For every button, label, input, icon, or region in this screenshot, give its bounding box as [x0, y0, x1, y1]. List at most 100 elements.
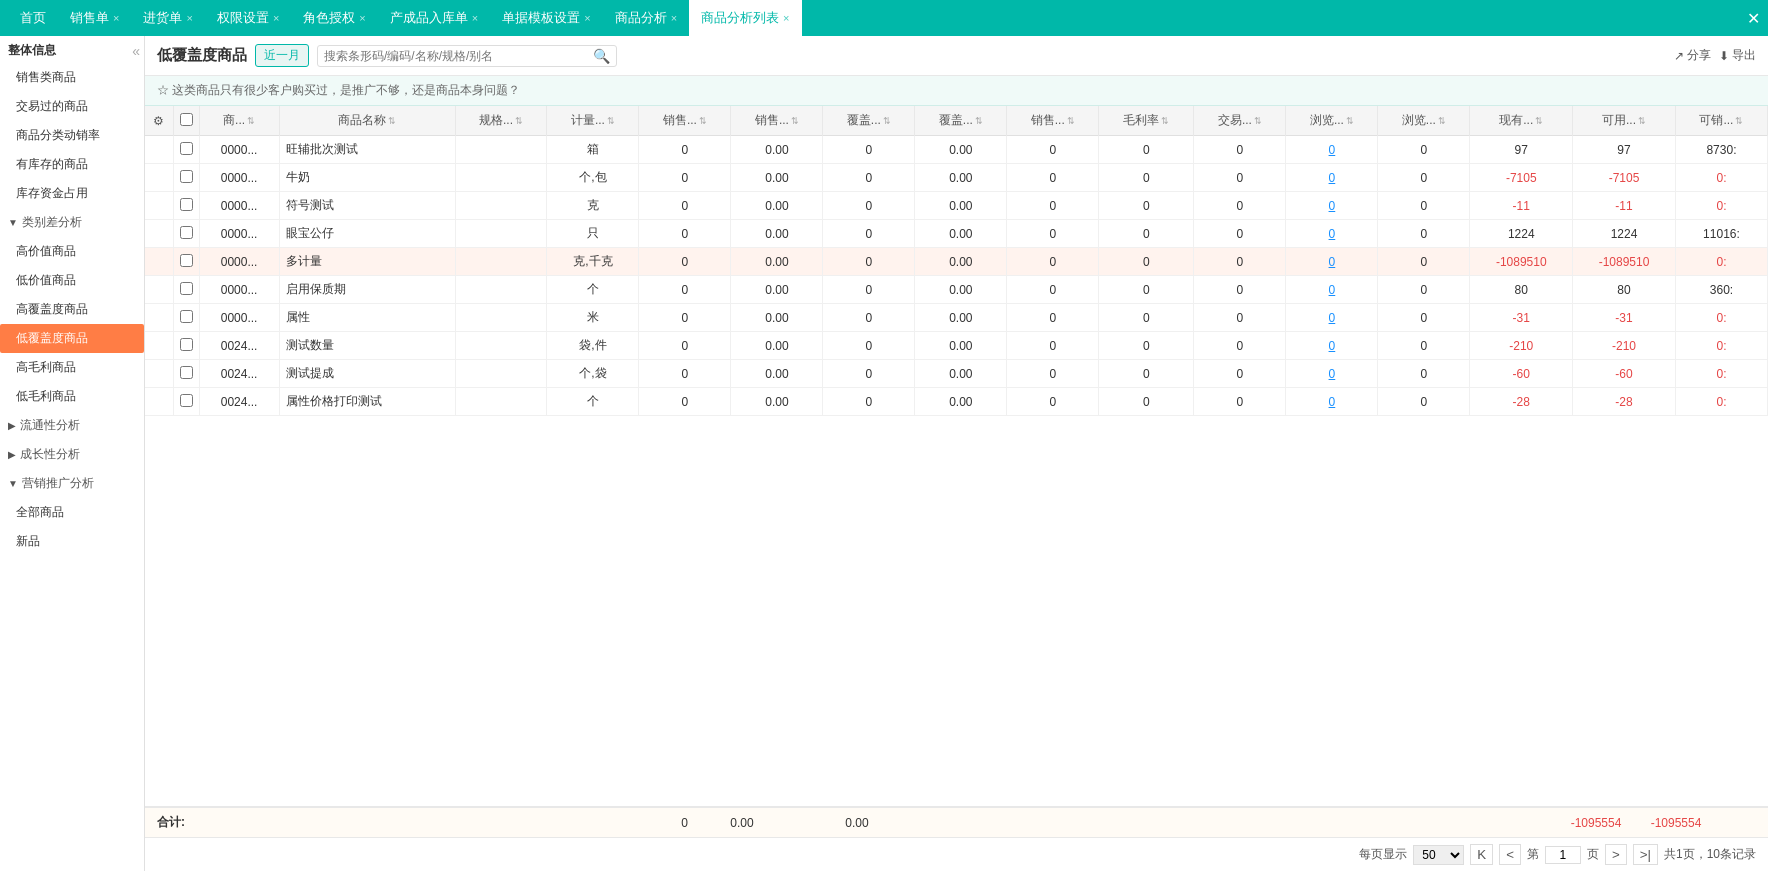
row-checkbox[interactable]: [173, 276, 199, 304]
row-checkbox[interactable]: [173, 388, 199, 416]
row-browse1[interactable]: 0: [1286, 164, 1378, 192]
window-close-button[interactable]: ✕: [1747, 9, 1760, 28]
nav-roles[interactable]: 角色授权 ×: [291, 0, 377, 36]
first-page-button[interactable]: K: [1470, 844, 1493, 865]
row-available: 80: [1573, 276, 1676, 304]
col-unit[interactable]: 计量...⇅: [547, 106, 639, 136]
sidebar-section-flow[interactable]: ▶ 流通性分析: [0, 411, 144, 440]
col-name[interactable]: 商品名称⇅: [279, 106, 455, 136]
nav-sales[interactable]: 销售单 ×: [58, 0, 131, 36]
nav-purchase[interactable]: 进货单 ×: [131, 0, 204, 36]
col-trade[interactable]: 交易...⇅: [1194, 106, 1286, 136]
row-checkbox[interactable]: [173, 136, 199, 164]
search-icon[interactable]: 🔍: [593, 48, 610, 64]
col-checkbox[interactable]: [173, 106, 199, 136]
settings-icon[interactable]: ⚙: [153, 114, 164, 128]
close-icon[interactable]: ×: [584, 12, 590, 24]
col-available[interactable]: 可用...⇅: [1573, 106, 1676, 136]
sidebar-item-category-rate[interactable]: 商品分类动销率: [0, 121, 144, 150]
col-settings[interactable]: ⚙: [145, 106, 173, 136]
export-button[interactable]: ⬇ 导出: [1719, 47, 1756, 64]
sidebar-item-low-value[interactable]: 低价值商品: [0, 266, 144, 295]
close-icon[interactable]: ×: [273, 12, 279, 24]
close-icon[interactable]: ×: [671, 12, 677, 24]
sidebar-item-high-coverage[interactable]: 高覆盖度商品: [0, 295, 144, 324]
row-browse1[interactable]: 0: [1286, 388, 1378, 416]
search-input[interactable]: [324, 49, 593, 63]
search-box[interactable]: 🔍: [317, 45, 617, 67]
close-icon[interactable]: ×: [472, 12, 478, 24]
prev-page-button[interactable]: <: [1499, 844, 1521, 865]
sidebar-item-low-coverage[interactable]: 低覆盖度商品: [0, 324, 144, 353]
col-sales-amt[interactable]: 销售...⇅: [731, 106, 823, 136]
sidebar-section-marketing[interactable]: ▼ 营销推广分析: [0, 469, 144, 498]
row-checkbox[interactable]: [173, 220, 199, 248]
nav-product-entry[interactable]: 产成品入库单 ×: [378, 0, 490, 36]
row-sales3: 0: [1007, 304, 1099, 332]
row-checkbox[interactable]: [173, 332, 199, 360]
row-checkbox[interactable]: [173, 192, 199, 220]
sidebar-section-category[interactable]: ▼ 类别差分析: [0, 208, 144, 237]
row-unit: 个,袋: [547, 360, 639, 388]
sidebar-item-sales-goods[interactable]: 销售类商品: [0, 63, 144, 92]
sidebar-section-growth[interactable]: ▶ 成长性分析: [0, 440, 144, 469]
sidebar-item-high-value[interactable]: 高价值商品: [0, 237, 144, 266]
row-cover1: 0: [823, 388, 915, 416]
next-page-button[interactable]: >: [1605, 844, 1627, 865]
row-checkbox[interactable]: [173, 360, 199, 388]
row-sales3: 0: [1007, 388, 1099, 416]
nav-product-analysis[interactable]: 商品分析 ×: [603, 0, 689, 36]
row-name: 属性: [279, 304, 455, 332]
nav-product-analysis-list[interactable]: 商品分析列表 ×: [689, 0, 801, 36]
row-browse1[interactable]: 0: [1286, 220, 1378, 248]
row-browse1[interactable]: 0: [1286, 304, 1378, 332]
time-filter-button[interactable]: 近一月: [255, 44, 309, 67]
col-cover2[interactable]: 覆盖...⇅: [915, 106, 1007, 136]
last-page-button[interactable]: >|: [1633, 844, 1658, 865]
per-page-select[interactable]: 50 20 100 200: [1413, 845, 1464, 865]
col-spec[interactable]: 规格...⇅: [455, 106, 547, 136]
row-checkbox[interactable]: [173, 248, 199, 276]
share-button[interactable]: ↗ 分享: [1674, 47, 1711, 64]
close-icon[interactable]: ×: [359, 12, 365, 24]
row-cover2: 0.00: [915, 192, 1007, 220]
col-cover1[interactable]: 覆盖...⇅: [823, 106, 915, 136]
nav-template[interactable]: 单据模板设置 ×: [490, 0, 602, 36]
row-browse1[interactable]: 0: [1286, 192, 1378, 220]
select-all-checkbox[interactable]: [180, 113, 193, 126]
sidebar-collapse-btn[interactable]: «: [132, 43, 140, 59]
nav-home[interactable]: 首页: [8, 0, 58, 36]
close-icon[interactable]: ×: [783, 12, 789, 24]
row-unit: 个,包: [547, 164, 639, 192]
row-checkbox[interactable]: [173, 164, 199, 192]
row-sellable: 8730:: [1675, 136, 1767, 164]
sidebar-item-low-profit[interactable]: 低毛利商品: [0, 382, 144, 411]
nav-permissions[interactable]: 权限设置 ×: [205, 0, 291, 36]
row-browse1[interactable]: 0: [1286, 332, 1378, 360]
sidebar-item-all-goods[interactable]: 全部商品: [0, 498, 144, 527]
row-checkbox[interactable]: [173, 304, 199, 332]
sidebar-item-stock-capital[interactable]: 库存资金占用: [0, 179, 144, 208]
col-code[interactable]: 商...⇅: [199, 106, 279, 136]
sidebar-item-stock-goods[interactable]: 有库存的商品: [0, 150, 144, 179]
sidebar-item-traded-goods[interactable]: 交易过的商品: [0, 92, 144, 121]
page-number-input[interactable]: [1545, 846, 1581, 864]
col-browse2[interactable]: 浏览...⇅: [1378, 106, 1470, 136]
col-sellable[interactable]: 可销...⇅: [1675, 106, 1767, 136]
row-gross: 0: [1099, 136, 1194, 164]
col-sales3[interactable]: 销售...⇅: [1007, 106, 1099, 136]
sidebar-item-new-goods[interactable]: 新品: [0, 527, 144, 556]
row-browse1[interactable]: 0: [1286, 248, 1378, 276]
row-spec: [455, 304, 547, 332]
sidebar-item-high-profit[interactable]: 高毛利商品: [0, 353, 144, 382]
row-sales3: 0: [1007, 248, 1099, 276]
row-browse1[interactable]: 0: [1286, 276, 1378, 304]
close-icon[interactable]: ×: [113, 12, 119, 24]
col-browse1[interactable]: 浏览...⇅: [1286, 106, 1378, 136]
col-gross[interactable]: 毛利率⇅: [1099, 106, 1194, 136]
close-icon[interactable]: ×: [186, 12, 192, 24]
col-current-stock[interactable]: 现有...⇅: [1470, 106, 1573, 136]
col-sales-qty[interactable]: 销售...⇅: [639, 106, 731, 136]
row-browse1[interactable]: 0: [1286, 136, 1378, 164]
row-browse1[interactable]: 0: [1286, 360, 1378, 388]
